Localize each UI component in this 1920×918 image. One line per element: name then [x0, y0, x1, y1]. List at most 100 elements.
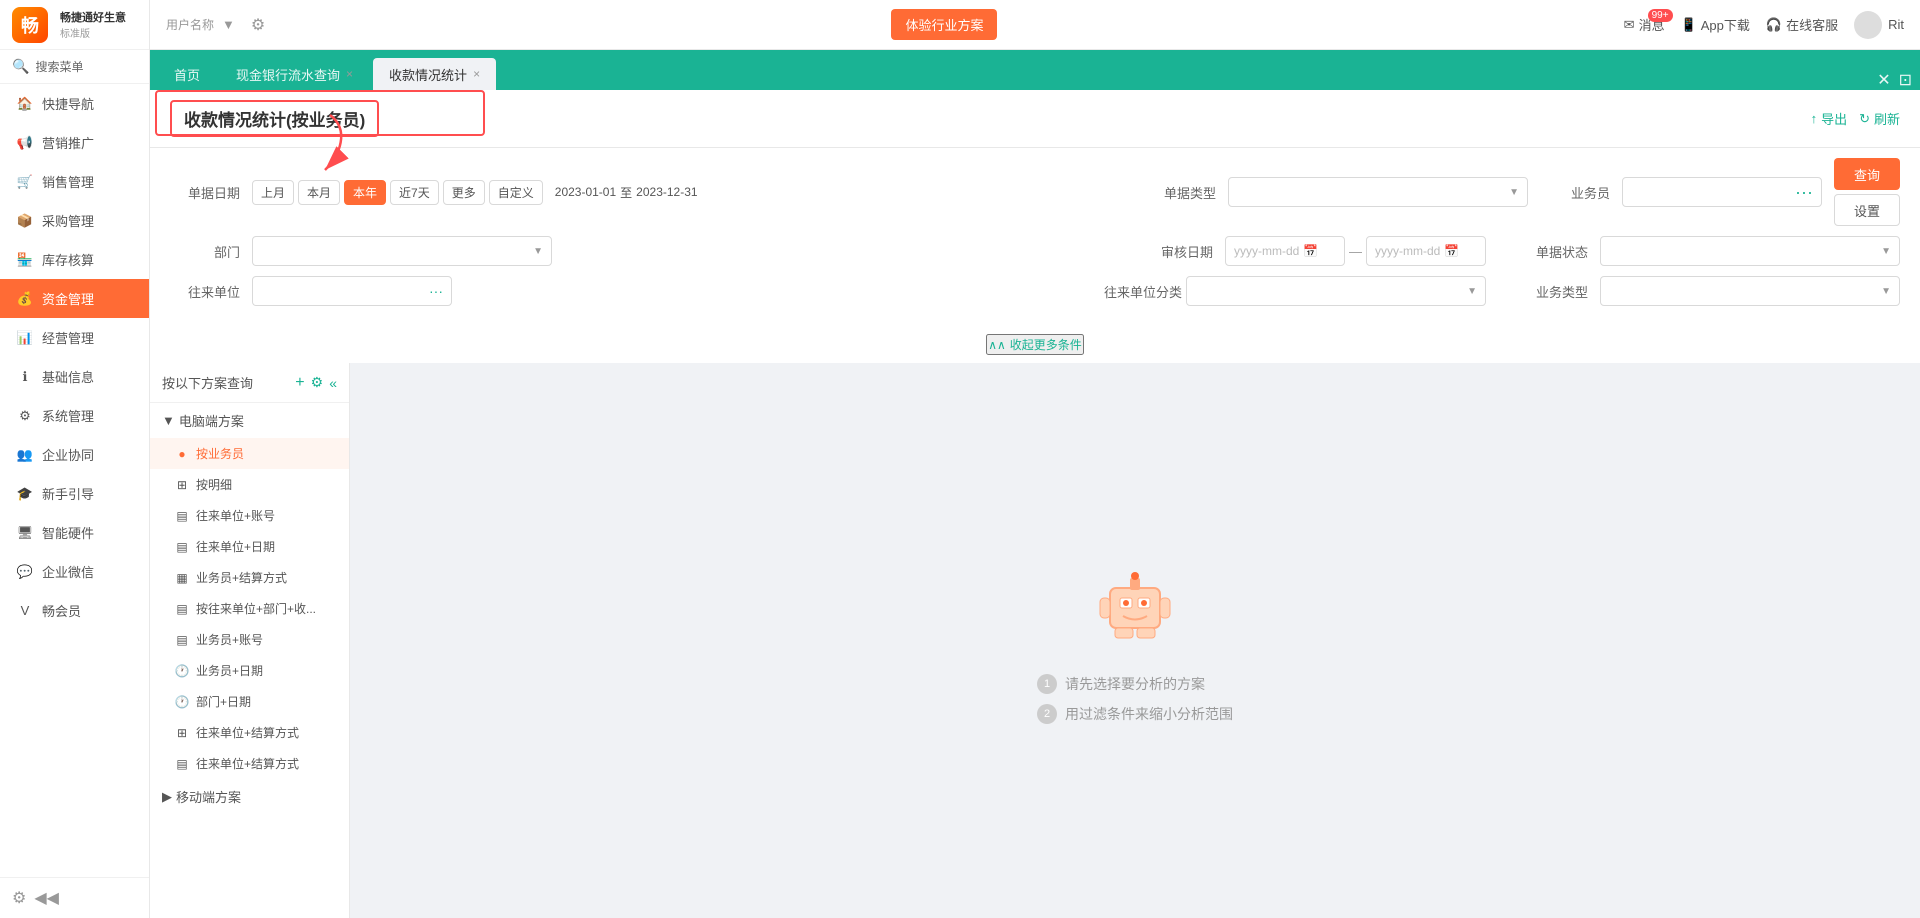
sidebar-item-operation[interactable]: 📊 经营管理	[0, 318, 149, 357]
date-btn-more[interactable]: 更多	[443, 180, 485, 205]
scheme-item-salesperson-date[interactable]: 🕐 业务员+日期	[150, 655, 349, 686]
scheme-settings-button[interactable]: ⚙	[311, 374, 324, 391]
notifications-button[interactable]: ✉ 消息 99+	[1624, 15, 1665, 34]
scheme-item-partner-date[interactable]: ▤ 往来单位+日期	[150, 531, 349, 562]
clock-icon-2: 🕐	[174, 694, 190, 710]
sidebar-item-inventory[interactable]: 🏪 库存核算	[0, 240, 149, 279]
review-date-input[interactable]: yyyy-mm-dd 📅 — yyyy-mm-dd 📅	[1225, 236, 1486, 266]
footer-collapse-icon[interactable]: ◀◀	[34, 888, 59, 908]
empty-illustration	[1085, 558, 1185, 658]
phone-icon: 📱	[1681, 17, 1697, 33]
scheme-panel-actions: + ⚙ «	[295, 374, 337, 392]
query-button[interactable]: 查询	[1834, 158, 1900, 190]
review-date-end[interactable]: yyyy-mm-dd 📅	[1366, 236, 1486, 266]
mobile-section-header[interactable]: ▶ 移动端方案	[150, 779, 349, 814]
date-btn-7days[interactable]: 近7天	[390, 180, 439, 205]
sidebar-item-finance[interactable]: 💰 资金管理	[0, 279, 149, 318]
scheme-item-partner-account[interactable]: ▤ 往来单位+账号	[150, 500, 349, 531]
wechat-label: 企业微信	[42, 562, 94, 581]
sidebar-item-marketing[interactable]: 📢 营销推广	[0, 123, 149, 162]
partner-input[interactable]: ···	[252, 276, 452, 306]
clock-icon-1: 🕐	[174, 663, 190, 679]
scheme-item-by-salesperson[interactable]: ● 按业务员	[150, 438, 349, 469]
tab-bank-flow[interactable]: 现金银行流水查询 ×	[220, 58, 369, 90]
person-icon: ●	[174, 446, 190, 462]
date-btn-this-year[interactable]: 本年	[344, 180, 386, 205]
footer-settings-icon[interactable]: ⚙	[12, 888, 26, 908]
member-icon: V	[16, 602, 34, 620]
scheme-collapse-button[interactable]: «	[329, 375, 337, 391]
sidebar-item-purchase[interactable]: 📦 采购管理	[0, 201, 149, 240]
sidebar-item-wechat[interactable]: 💬 企业微信	[0, 552, 149, 591]
export-label: 导出	[1821, 109, 1847, 128]
tab-home[interactable]: 首页	[158, 58, 216, 90]
logo-icon: 畅	[12, 7, 48, 43]
sidebar-item-guide[interactable]: 🎓 新手引导	[0, 474, 149, 513]
scheme-item-partner-settle1[interactable]: ⊞ 往来单位+结算方式	[150, 717, 349, 748]
tab-bank-flow-close[interactable]: ×	[346, 67, 353, 81]
refresh-button[interactable]: ↻ 刷新	[1859, 109, 1900, 128]
tab-collection-stats-close[interactable]: ×	[473, 67, 480, 81]
online-service-button[interactable]: 🎧 在线客服	[1766, 15, 1838, 34]
search-menu[interactable]: 🔍 搜索菜单	[0, 50, 149, 84]
tab-collection-stats[interactable]: 收款情况统计 ×	[373, 58, 496, 90]
doc-status-select[interactable]: ▼	[1600, 236, 1900, 266]
collapse-button[interactable]: ∧∧ 收起更多条件	[986, 334, 1084, 355]
filter-row-date: 单据日期 上月 本月 本年 近7天 更多 自定义 2023-01-01 至	[170, 158, 1900, 226]
app-download-button[interactable]: 📱 App下载	[1681, 15, 1750, 34]
scheme-item-partner-dept-collect[interactable]: ▤ 按往来单位+部门+收...	[150, 593, 349, 624]
scheme-add-button[interactable]: +	[295, 374, 304, 392]
dept-dropdown-icon: ▼	[533, 246, 543, 257]
sidebar-item-system[interactable]: ⚙ 系统管理	[0, 396, 149, 435]
set-button[interactable]: 设置	[1834, 194, 1900, 226]
window-maximize-icon[interactable]: ⊡	[1899, 70, 1912, 90]
doc-type-select[interactable]: ▼	[1228, 177, 1528, 207]
operation-label: 经营管理	[42, 328, 94, 347]
biz-type-select[interactable]: ▼	[1600, 276, 1900, 306]
scheme-item-dept-date[interactable]: 🕐 部门+日期	[150, 686, 349, 717]
scheme-item-salesperson-acct[interactable]: ▤ 业务员+账号	[150, 624, 349, 655]
partner-more-dots[interactable]: ···	[429, 283, 443, 299]
table-icon-1: ▤	[174, 508, 190, 524]
sidebar-item-sales[interactable]: 🛒 销售管理	[0, 162, 149, 201]
sidebar-item-basic[interactable]: ℹ 基础信息	[0, 357, 149, 396]
date-btn-custom[interactable]: 自定义	[489, 180, 543, 205]
date-btn-last-month[interactable]: 上月	[252, 180, 294, 205]
user-info[interactable]: Rit	[1854, 11, 1904, 39]
sidebar-nav: 📢 营销推广 🛒 销售管理 📦 采购管理 🏪 库存核算 💰 资金管理 📊	[0, 123, 149, 877]
sidebar-footer: ⚙ ◀◀	[0, 877, 149, 918]
page-title: 收款情况统计(按业务员)	[184, 111, 365, 130]
export-button[interactable]: ↑ 导出	[1811, 109, 1848, 128]
mobile-section-arrow: ▶	[162, 789, 172, 805]
desktop-section-header[interactable]: ▼ 电脑端方案	[150, 403, 349, 438]
scheme-item-salesperson-settle[interactable]: ▦ 业务员+结算方式	[150, 562, 349, 593]
doc-status-dropdown-icon: ▼	[1881, 246, 1891, 257]
header-settings-icon[interactable]: ⚙	[251, 15, 265, 35]
tab-home-label: 首页	[174, 65, 200, 84]
sidebar-item-member[interactable]: V 畅会员	[0, 591, 149, 630]
partner-class-select[interactable]: ▼	[1186, 276, 1486, 306]
edition-label: 标准版	[60, 25, 126, 40]
filter-section: 单据日期 上月 本月 本年 近7天 更多 自定义 2023-01-01 至	[150, 148, 1920, 363]
wechat-icon: 💬	[16, 563, 34, 581]
tip-1-text: 请先选择要分析的方案	[1065, 674, 1205, 694]
trial-button[interactable]: 体验行业方案	[891, 9, 997, 40]
search-menu-label: 搜索菜单	[35, 58, 83, 75]
window-close-icon[interactable]: ✕	[1877, 70, 1890, 90]
dept-select[interactable]: ▼	[252, 236, 552, 266]
sidebar-item-collab[interactable]: 👥 企业协同	[0, 435, 149, 474]
doc-type-label: 单据类型	[1146, 183, 1216, 202]
sidebar-item-quicknav[interactable]: 🏠 快捷导航	[0, 84, 149, 123]
finance-label: 资金管理	[42, 289, 94, 308]
date-btn-this-month[interactable]: 本月	[298, 180, 340, 205]
hardware-label: 智能硬件	[42, 523, 94, 542]
scheme-item-partner-settle2[interactable]: ▤ 往来单位+结算方式	[150, 748, 349, 779]
review-date-start[interactable]: yyyy-mm-dd 📅	[1225, 236, 1345, 266]
date-range-separator: 至	[620, 184, 632, 201]
salesperson-select[interactable]: ···	[1622, 177, 1822, 207]
scheme-item-by-detail[interactable]: ⊞ 按明细	[150, 469, 349, 500]
sidebar-item-hardware[interactable]: 🖥 智能硬件	[0, 513, 149, 552]
breadcrumb-dropdown-icon[interactable]: ▼	[222, 17, 235, 32]
doc-type-dropdown-icon: ▼	[1509, 187, 1519, 198]
calendar-icon: 📅	[1303, 244, 1318, 258]
